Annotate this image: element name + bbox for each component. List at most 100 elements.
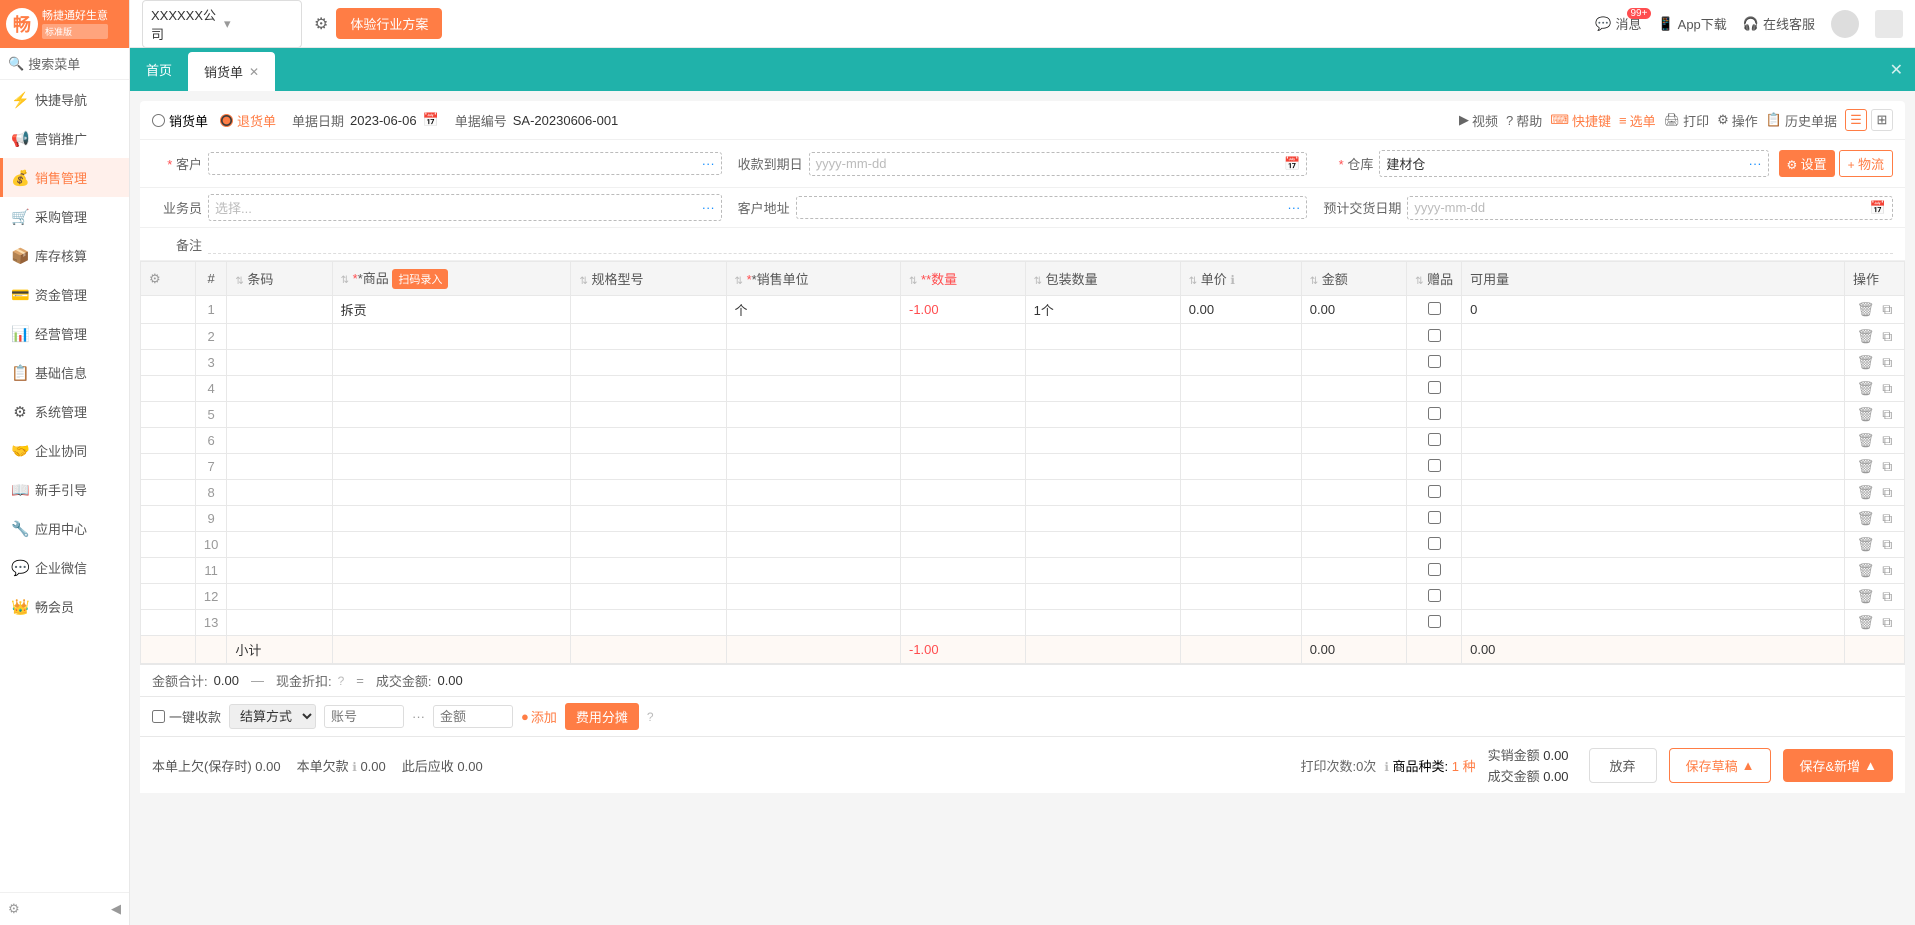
row-unit-3[interactable] <box>726 376 900 402</box>
help-circle-icon[interactable]: ? <box>338 674 345 688</box>
sidebar-item-6[interactable]: 📊经营管理 <box>0 314 129 353</box>
row-copy-6[interactable]: ⧉ <box>1880 458 1894 475</box>
tab-sale-order[interactable]: 销货单 ✕ <box>188 52 275 91</box>
row-qty-8[interactable] <box>900 506 1025 532</box>
row-pack-qty-12[interactable] <box>1025 610 1180 636</box>
history-link[interactable]: 📋 历史单据 <box>1766 111 1837 130</box>
row-barcode-1[interactable] <box>227 324 332 350</box>
save-draft-button[interactable]: 保存草稿 ▲ <box>1669 748 1772 783</box>
row-pack-qty-9[interactable] <box>1025 532 1180 558</box>
row-barcode-10[interactable] <box>227 558 332 584</box>
app-download-button[interactable]: 📱 App下载 <box>1657 14 1726 33</box>
delivery-date-input[interactable]: yyyy-mm-dd 📅 <box>1407 196 1893 220</box>
row-qty-0[interactable]: -1.00 <box>900 296 1025 324</box>
print-link[interactable]: 🖨 打印 <box>1664 111 1710 130</box>
row-pack-qty-0[interactable]: 1个 <box>1025 296 1180 324</box>
video-link[interactable]: ▶ 视频 <box>1459 111 1498 130</box>
user-avatar[interactable] <box>1831 10 1859 38</box>
row-price-12[interactable] <box>1180 610 1301 636</box>
row-spec-6[interactable] <box>571 454 726 480</box>
add-payment-button[interactable]: ● 添加 <box>521 707 557 726</box>
row-amount-4[interactable] <box>1301 402 1406 428</box>
row-copy-10[interactable]: ⧉ <box>1880 562 1894 579</box>
row-copy-3[interactable]: ⧉ <box>1880 380 1894 397</box>
calendar-icon[interactable]: 📅 <box>423 112 439 128</box>
row-pack-qty-5[interactable] <box>1025 428 1180 454</box>
row-barcode-7[interactable] <box>227 480 332 506</box>
row-barcode-5[interactable] <box>227 428 332 454</box>
help-link[interactable]: ? 帮助 <box>1506 111 1542 130</box>
row-delete-7[interactable]: 🗑 <box>1855 484 1877 501</box>
row-gift-11[interactable] <box>1407 584 1462 610</box>
layout-list-icon[interactable]: ☰ <box>1845 109 1867 131</box>
row-amount-9[interactable] <box>1301 532 1406 558</box>
row-qty-9[interactable] <box>900 532 1025 558</box>
row-price-9[interactable] <box>1180 532 1301 558</box>
row-delete-8[interactable]: 🗑 <box>1855 510 1877 527</box>
row-gift-9[interactable] <box>1407 532 1462 558</box>
row-spec-12[interactable] <box>571 610 726 636</box>
row-unit-8[interactable] <box>726 506 900 532</box>
row-product-1[interactable] <box>332 324 571 350</box>
payment-account-input[interactable] <box>324 705 404 728</box>
row-copy-4[interactable]: ⧉ <box>1880 406 1894 423</box>
row-copy-5[interactable]: ⧉ <box>1880 432 1894 449</box>
settings-icon[interactable]: ⚙ <box>314 14 328 34</box>
row-spec-3[interactable] <box>571 376 726 402</box>
row-price-7[interactable] <box>1180 480 1301 506</box>
row-spec-8[interactable] <box>571 506 726 532</box>
save-new-button[interactable]: 保存&新增 ▲ <box>1783 749 1893 782</box>
row-qty-2[interactable] <box>900 350 1025 376</box>
row-spec-1[interactable] <box>571 324 726 350</box>
row-pack-qty-4[interactable] <box>1025 402 1180 428</box>
sidebar-item-10[interactable]: 📖新手引导 <box>0 470 129 509</box>
salesperson-dots-icon[interactable]: ··· <box>702 200 715 215</box>
sidebar-item-0[interactable]: ⚡快捷导航 <box>0 80 129 119</box>
row-gift-12[interactable] <box>1407 610 1462 636</box>
row-qty-10[interactable] <box>900 558 1025 584</box>
row-pack-qty-1[interactable] <box>1025 324 1180 350</box>
row-amount-8[interactable] <box>1301 506 1406 532</box>
payment-dots[interactable]: ··· <box>412 709 425 724</box>
row-unit-2[interactable] <box>726 350 900 376</box>
row-qty-7[interactable] <box>900 480 1025 506</box>
row-product-11[interactable] <box>332 584 571 610</box>
row-product-8[interactable] <box>332 506 571 532</box>
row-gift-3[interactable] <box>1407 376 1462 402</box>
row-gift-8[interactable] <box>1407 506 1462 532</box>
row-qty-1[interactable] <box>900 324 1025 350</box>
row-product-9[interactable] <box>332 532 571 558</box>
row-qty-12[interactable] <box>900 610 1025 636</box>
operate-link[interactable]: ⚙ 操作 <box>1717 111 1758 130</box>
radio-return[interactable]: 退货单 <box>220 111 276 130</box>
choose-order-link[interactable]: ≡ 选单 <box>1619 111 1656 130</box>
company-selector[interactable]: XXXXXX公司 ▾ <box>142 0 302 48</box>
row-copy-8[interactable]: ⧉ <box>1880 510 1894 527</box>
row-unit-6[interactable] <box>726 454 900 480</box>
addr-dots-icon[interactable]: ··· <box>1287 200 1300 215</box>
this-owe2-icon[interactable]: ℹ <box>352 760 357 774</box>
user-menu[interactable] <box>1875 10 1903 38</box>
product-type-icon[interactable]: ℹ <box>1384 760 1389 774</box>
logistics-button[interactable]: + 物流 <box>1839 150 1893 177</box>
row-price-8[interactable] <box>1180 506 1301 532</box>
row-pack-qty-2[interactable] <box>1025 350 1180 376</box>
row-amount-6[interactable] <box>1301 454 1406 480</box>
row-product-3[interactable] <box>332 376 571 402</box>
delivery-calendar-icon[interactable]: 📅 <box>1870 200 1886 216</box>
row-delete-12[interactable]: 🗑 <box>1855 614 1877 631</box>
row-copy-11[interactable]: ⧉ <box>1880 588 1894 605</box>
row-unit-0[interactable]: 个 <box>726 296 900 324</box>
row-product-6[interactable] <box>332 454 571 480</box>
row-barcode-0[interactable] <box>227 296 332 324</box>
row-amount-3[interactable] <box>1301 376 1406 402</box>
row-gift-6[interactable] <box>1407 454 1462 480</box>
row-pack-qty-11[interactable] <box>1025 584 1180 610</box>
row-spec-10[interactable] <box>571 558 726 584</box>
shortcut-link[interactable]: ⌨ 快捷键 <box>1550 111 1611 130</box>
row-price-6[interactable] <box>1180 454 1301 480</box>
sidebar-item-5[interactable]: 💳资金管理 <box>0 275 129 314</box>
row-amount-2[interactable] <box>1301 350 1406 376</box>
row-delete-6[interactable]: 🗑 <box>1855 458 1877 475</box>
row-pack-qty-8[interactable] <box>1025 506 1180 532</box>
